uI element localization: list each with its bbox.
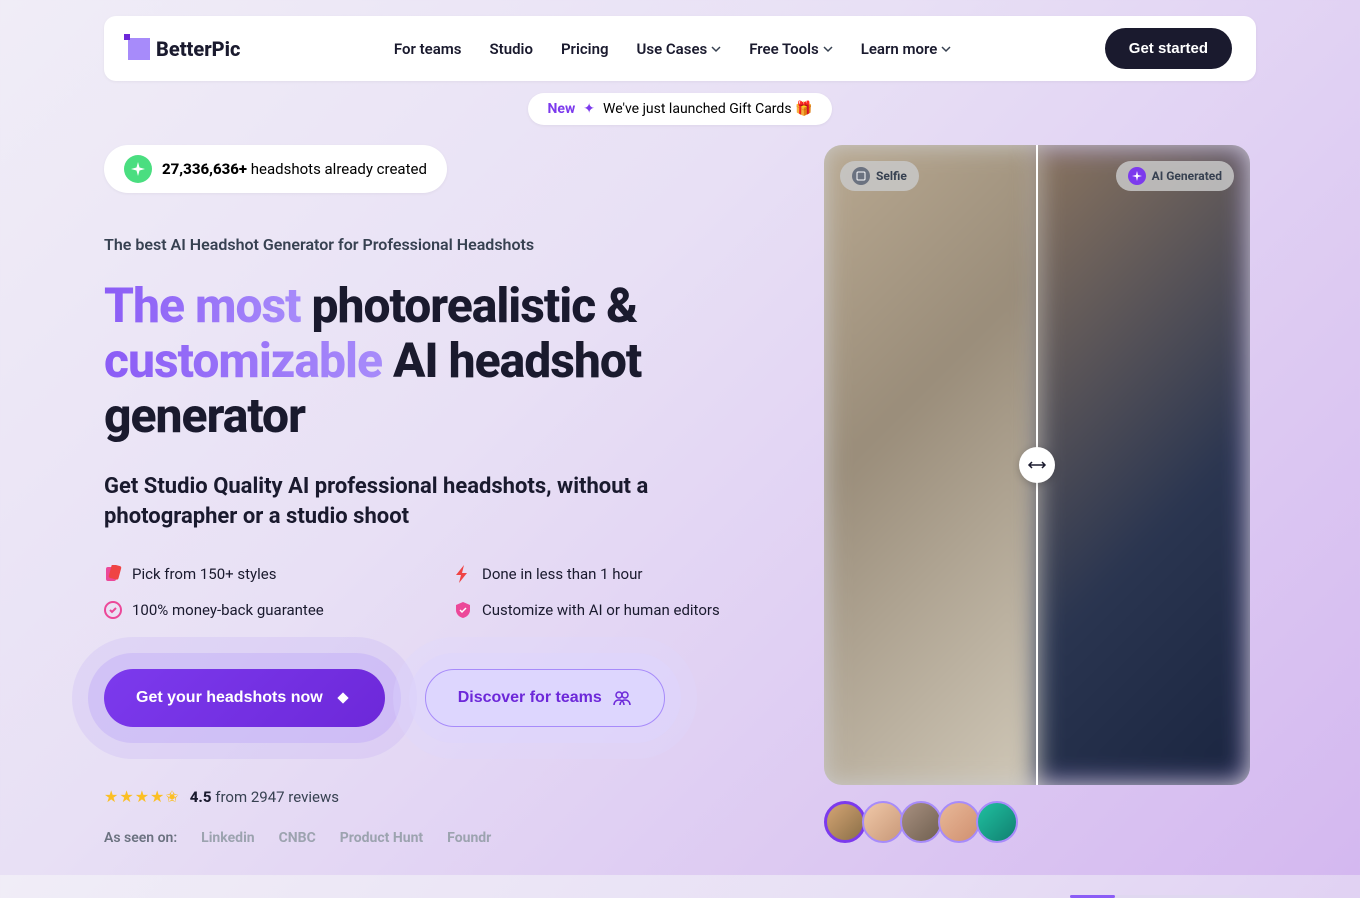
tagline: The best AI Headshot Generator for Profe… [104,235,784,254]
selfie-icon [852,167,870,185]
logo[interactable]: BetterPic [128,37,240,61]
stars-icon: ★★★★✬ [104,787,180,806]
headline: The most photorealistic & customizable A… [104,278,784,444]
navbar: BetterPic For teams Studio Pricing Use C… [104,16,1256,81]
logo-mark-icon [128,38,150,60]
feature-styles: Pick from 150+ styles [104,565,434,583]
logo-text: BetterPic [156,37,240,61]
get-started-button[interactable]: Get started [1105,28,1232,69]
nav-use-cases[interactable]: Use Cases [637,40,722,58]
review-score: 4.5 [190,788,212,806]
thumbnail-4[interactable] [938,801,980,843]
features-grid: Pick from 150+ styles Done in less than … [104,565,784,619]
cta-row: Get your headshots now Discover for team… [104,669,784,727]
brand-producthunt: Product Hunt [340,830,423,846]
nav-learn-more-label: Learn more [861,40,938,58]
thumbnail-2[interactable] [862,801,904,843]
brand-linkedin: Linkedin [201,830,254,846]
headline-plain-1: photorealistic & [301,277,638,334]
nav-free-tools-label: Free Tools [749,40,818,58]
reviews-row: ★★★★✬ 4.5 from 2947 reviews [104,787,784,806]
chevron-down-icon [823,44,833,54]
badge-text: 27,336,636+ headshots already created [162,160,427,178]
diamond-icon [333,688,353,708]
main-content: 27,336,636+ headshots already created Th… [0,125,1360,846]
headline-gradient-1: The most [104,277,301,334]
ai-generated-label: AI Generated [1116,161,1234,191]
announcement-banner[interactable]: New ✦ We've just launched Gift Cards 🎁 [528,93,833,125]
seen-on-row: As seen on: Linkedin CNBC Product Hunt F… [104,830,784,846]
headline-gradient-2: customizable [104,332,382,389]
hero-right: Selfie AI Generated [824,145,1250,846]
users-icon [612,688,632,708]
badge-count: 27,336,636+ [162,160,247,178]
bolt-icon [454,565,472,583]
nav-pricing[interactable]: Pricing [561,40,609,58]
cta-primary-label: Get your headshots now [136,689,323,707]
nav-studio[interactable]: Studio [490,40,533,58]
shield-check-icon [454,601,472,619]
ai-sparkle-icon [1128,167,1146,185]
thumbnail-5[interactable] [976,801,1018,843]
nav-links: For teams Studio Pricing Use Cases Free … [394,40,951,58]
get-headshots-button[interactable]: Get your headshots now [104,669,385,727]
feature-text: Pick from 150+ styles [132,565,276,583]
feature-customize: Customize with AI or human editors [454,601,784,619]
brand-foundr: Foundr [447,830,491,846]
nav-free-tools[interactable]: Free Tools [749,40,832,58]
feature-text: Customize with AI or human editors [482,601,720,619]
ai-text: AI Generated [1152,169,1222,183]
new-tag: New [548,101,576,117]
swatch-icon [104,565,122,583]
announcement-text: We've just launched Gift Cards 🎁 [603,101,812,117]
feature-text: Done in less than 1 hour [482,565,642,583]
arrows-horizontal-icon [1027,455,1047,475]
nav-learn-more[interactable]: Learn more [861,40,952,58]
headshot-count-badge: 27,336,636+ headshots already created [104,145,447,193]
thumbnail-1[interactable] [824,801,866,843]
thumbnail-row [824,801,1250,843]
badge-suffix: headshots already created [251,160,427,178]
feature-text: 100% money-back guarantee [132,601,324,619]
cta-secondary-label: Discover for teams [458,689,602,707]
compare-before-image [824,145,1037,785]
hero-left: 27,336,636+ headshots already created Th… [104,145,784,846]
seen-on-label: As seen on: [104,830,177,846]
chevron-down-icon [711,44,721,54]
compare-handle[interactable] [1019,447,1055,483]
compare-after-image [1037,145,1250,785]
nav-for-teams[interactable]: For teams [394,40,462,58]
brand-cnbc: CNBC [279,830,316,846]
feature-guarantee: 100% money-back guarantee [104,601,434,619]
badge-check-icon [104,601,122,619]
feature-speed: Done in less than 1 hour [454,565,784,583]
chevron-down-icon [941,44,951,54]
selfie-label: Selfie [840,161,919,191]
discover-teams-button[interactable]: Discover for teams [425,669,665,727]
sparkle-icon: ✦ [583,101,595,117]
reviews-text: 4.5 from 2947 reviews [190,788,339,806]
compare-slider[interactable]: Selfie AI Generated [824,145,1250,785]
review-suffix: from 2947 reviews [215,788,339,806]
subtitle: Get Studio Quality AI professional heads… [104,472,784,534]
sparkle-badge-icon [124,155,152,183]
nav-use-cases-label: Use Cases [637,40,708,58]
selfie-text: Selfie [876,169,907,183]
thumbnail-3[interactable] [900,801,942,843]
